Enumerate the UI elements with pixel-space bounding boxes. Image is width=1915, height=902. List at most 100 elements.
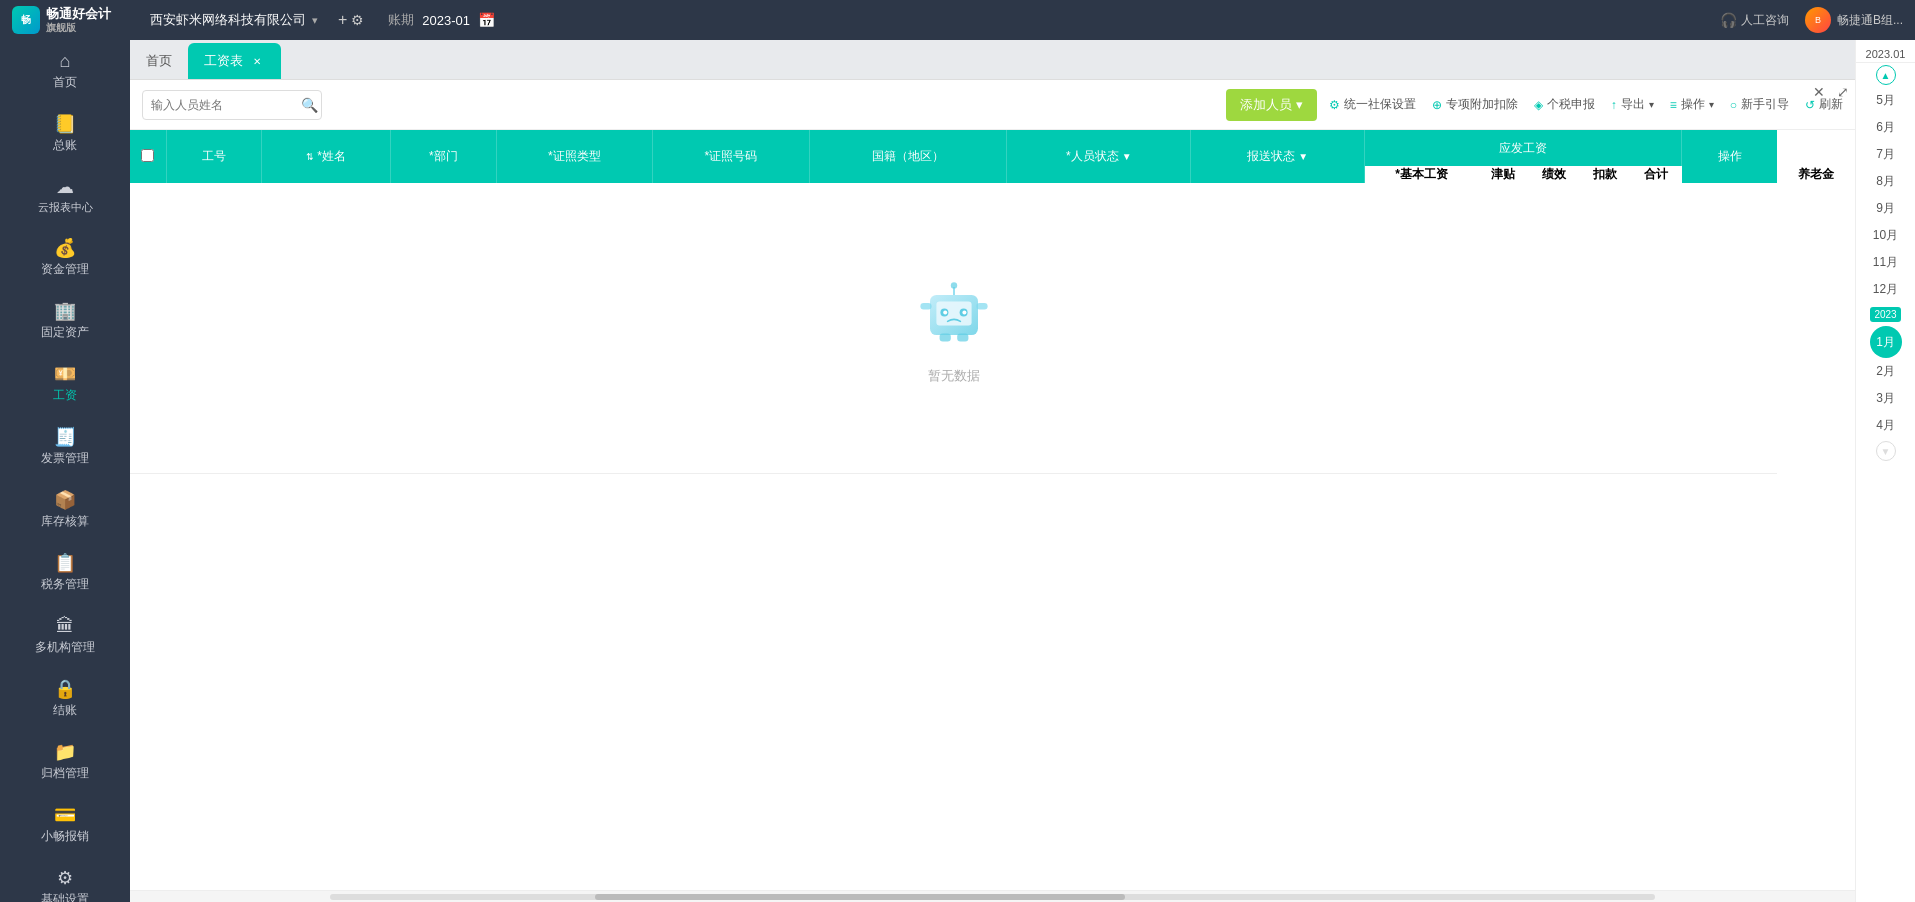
sidebar-item-assets[interactable]: 🏢 固定资产: [0, 290, 130, 353]
month-item-12[interactable]: 12月: [1856, 276, 1915, 303]
svg-rect-10: [939, 333, 950, 341]
archive-icon: 📁: [54, 743, 76, 761]
account-period-value: 2023-01: [422, 13, 470, 28]
sidebar-item-tax[interactable]: 📋 税务管理: [0, 542, 130, 605]
sidebar-item-expense[interactable]: 💳 小畅报销: [0, 794, 130, 857]
header-settings-btn[interactable]: ⚙: [351, 12, 364, 28]
ledger-icon: 📒: [54, 115, 76, 133]
multi-org-icon: 🏛: [56, 617, 74, 635]
scroll-thumb[interactable]: [595, 894, 1125, 900]
user-area[interactable]: B 畅捷通B组...: [1805, 7, 1903, 33]
export-icon: ↑: [1611, 98, 1617, 112]
company-dropdown-icon[interactable]: ▾: [312, 14, 318, 27]
add-person-button[interactable]: 添加人员 ▾: [1226, 89, 1317, 121]
month-item-10[interactable]: 10月: [1856, 222, 1915, 249]
search-input[interactable]: [151, 98, 301, 112]
sidebar-item-salary[interactable]: 💴 工资: [0, 353, 130, 416]
month-item-5[interactable]: 5月: [1856, 87, 1915, 114]
sidebar-label-archive: 归档管理: [41, 765, 89, 782]
plus-icon[interactable]: +: [338, 11, 347, 29]
export-btn[interactable]: ↑ 导出 ▾: [1611, 96, 1654, 113]
th-performance: 绩效: [1529, 166, 1580, 183]
select-all-checkbox[interactable]: [141, 149, 154, 162]
month-item-1-active[interactable]: 1月: [1870, 326, 1902, 358]
sidebar-item-home[interactable]: ⌂ 首页: [0, 40, 130, 103]
th-person-status: *人员状态 ▼: [1007, 130, 1191, 183]
content-area: 首页 工资表 ✕ 🔍 添加人员 ▾ ⚙ 统一社保设置: [130, 40, 1855, 902]
th-pension: 养老金: [1777, 166, 1855, 183]
tab-home-label: 首页: [146, 52, 172, 70]
bottom-scrollbar[interactable]: [130, 890, 1855, 902]
tab-close-btn[interactable]: ✕: [249, 53, 265, 69]
svg-point-7: [950, 282, 956, 288]
empty-state-text: 暂无数据: [928, 367, 980, 385]
inventory-icon: 📦: [54, 491, 76, 509]
th-id-type: *证照类型: [496, 130, 653, 183]
social-security-btn[interactable]: ⚙ 统一社保设置: [1329, 96, 1416, 113]
table-container: 工号 ⇅ *姓名 *部门 *证照类型 *证照号码 国籍（地区）: [130, 130, 1855, 890]
social-security-label: 统一社保设置: [1344, 96, 1416, 113]
sidebar-item-multi-org[interactable]: 🏛 多机构管理: [0, 605, 130, 668]
th-total: 合计: [1631, 166, 1682, 183]
empty-state: 暂无数据: [140, 191, 1767, 465]
month-item-2[interactable]: 2月: [1856, 358, 1915, 385]
company-selector[interactable]: 西安虾米网络科技有限公司 ▾: [142, 7, 326, 33]
user-label: 畅捷通B组...: [1837, 12, 1903, 29]
headset-icon: 🎧: [1720, 12, 1737, 28]
sidebar-item-fund[interactable]: 💰 资金管理: [0, 227, 130, 290]
operations-icon: ≡: [1670, 98, 1677, 112]
th-operations: 操作: [1682, 130, 1778, 183]
month-item-3[interactable]: 3月: [1856, 385, 1915, 412]
export-dropdown-icon: ▾: [1649, 99, 1654, 110]
salary-table: 工号 ⇅ *姓名 *部门 *证照类型 *证照号码 国籍（地区）: [130, 130, 1855, 474]
sidebar-item-invoice[interactable]: 🧾 发票管理: [0, 416, 130, 479]
month-nav-up[interactable]: ▲: [1876, 65, 1896, 85]
report-status-filter-icon[interactable]: ▼: [1298, 151, 1308, 162]
filter-bar: 🔍 添加人员 ▾ ⚙ 统一社保设置 ⊕ 专项附加扣除 ◈ 个税申报: [130, 80, 1855, 130]
search-wrap: 🔍: [142, 90, 322, 120]
empty-state-row: 暂无数据: [130, 183, 1855, 474]
svg-rect-11: [957, 333, 968, 341]
sidebar-item-inventory[interactable]: 📦 库存核算: [0, 479, 130, 542]
service-btn[interactable]: 🎧 人工咨询: [1720, 12, 1789, 29]
month-item-9[interactable]: 9月: [1856, 195, 1915, 222]
operations-btn[interactable]: ≡ 操作 ▾: [1670, 96, 1714, 113]
main-layout: ⌂ 首页 📒 总账 ☁ 云报表中心 💰 资金管理 🏢 固定资产 💴 工资 🧾 发…: [0, 40, 1915, 902]
sidebar-item-settings[interactable]: ⚙ 基础设置: [0, 857, 130, 902]
guide-btn[interactable]: ○ 新手引导: [1730, 96, 1789, 113]
settings-icon: ⚙: [57, 869, 73, 887]
special-deduction-label: 专项附加扣除: [1446, 96, 1518, 113]
th-department: *部门: [391, 130, 497, 183]
add-person-dropdown-icon: ▾: [1296, 97, 1303, 112]
gear-icon[interactable]: ⚙: [351, 12, 364, 28]
tab-home[interactable]: 首页: [130, 43, 188, 79]
sidebar-label-close: 结账: [53, 702, 77, 719]
svg-point-4: [943, 311, 947, 315]
month-item-7[interactable]: 7月: [1856, 141, 1915, 168]
calendar-icon[interactable]: 📅: [478, 12, 495, 28]
header-add-btn[interactable]: +: [338, 11, 347, 29]
month-item-11[interactable]: 11月: [1856, 249, 1915, 276]
panel-close-button[interactable]: ✕: [1809, 82, 1829, 102]
account-period-label: 账期: [388, 11, 414, 29]
panel-expand-button[interactable]: ⤢: [1833, 82, 1853, 102]
month-item-4[interactable]: 4月: [1856, 412, 1915, 439]
sidebar-item-archive[interactable]: 📁 归档管理: [0, 731, 130, 794]
sidebar-item-ledger[interactable]: 📒 总账: [0, 103, 130, 166]
personal-tax-icon: ◈: [1534, 98, 1543, 112]
month-nav-down[interactable]: ▼: [1876, 441, 1896, 461]
month-item-8[interactable]: 8月: [1856, 168, 1915, 195]
tab-salary[interactable]: 工资表 ✕: [188, 43, 281, 79]
app-logo: 畅: [12, 6, 40, 34]
special-deduction-btn[interactable]: ⊕ 专项附加扣除: [1432, 96, 1518, 113]
top-header: 畅 畅通好会计 旗舰版 西安虾米网络科技有限公司 ▾ + ⚙ 账期 2023-0…: [0, 0, 1915, 40]
personal-tax-btn[interactable]: ◈ 个税申报: [1534, 96, 1595, 113]
tab-bar: 首页 工资表 ✕: [130, 40, 1855, 80]
sidebar-item-cloud-reports[interactable]: ☁ 云报表中心: [0, 166, 130, 227]
company-name: 西安虾米网络科技有限公司: [150, 11, 306, 29]
person-status-filter-icon[interactable]: ▼: [1122, 151, 1132, 162]
home-icon: ⌂: [60, 52, 71, 70]
month-item-6[interactable]: 6月: [1856, 114, 1915, 141]
sidebar-item-close[interactable]: 🔒 结账: [0, 668, 130, 731]
social-security-icon: ⚙: [1329, 98, 1340, 112]
